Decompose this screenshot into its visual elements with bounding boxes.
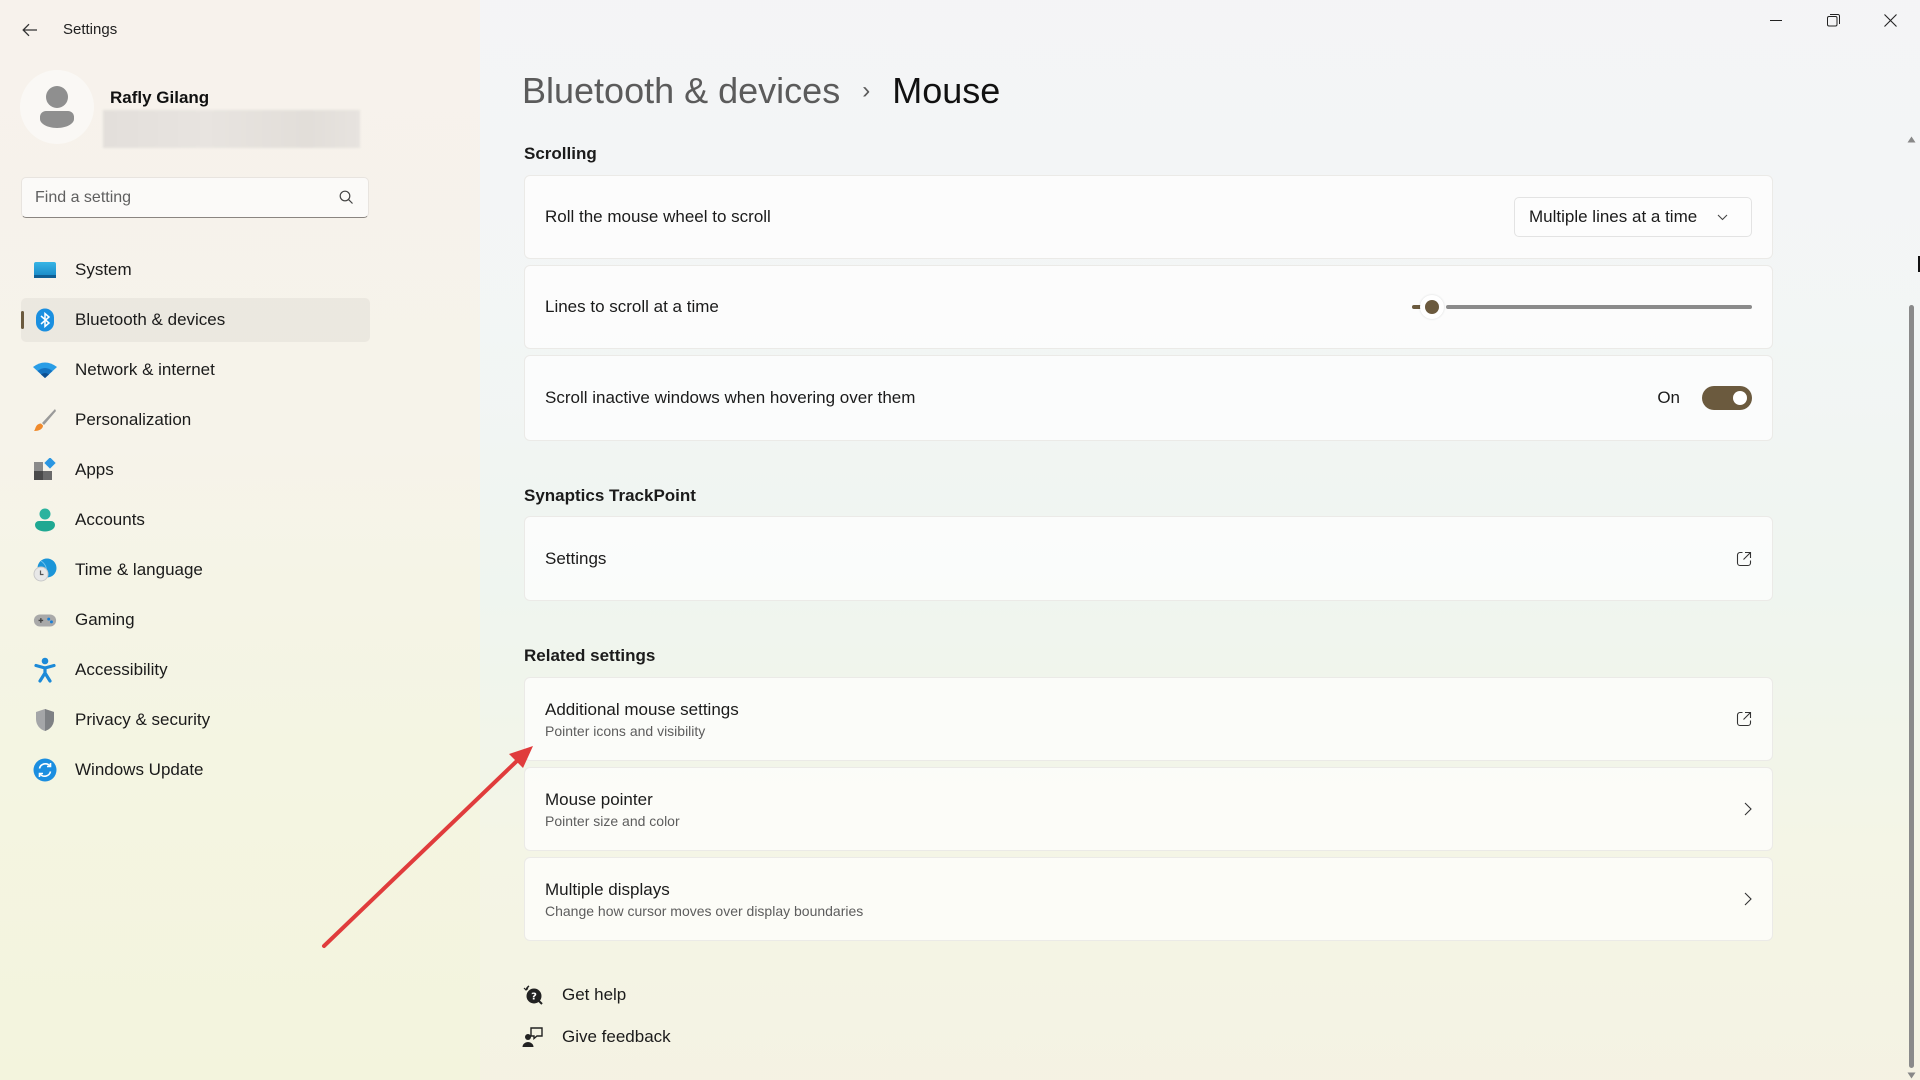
close-icon bbox=[1883, 13, 1897, 27]
setting-row-scroll-inactive: Scroll inactive windows when hovering ov… bbox=[524, 355, 1773, 441]
sidebar-item-system[interactable]: System bbox=[21, 248, 370, 292]
sidebar-item-privacy-security[interactable]: Privacy & security bbox=[21, 698, 370, 742]
sidebar-nav: System Bluetooth & devices Network & int… bbox=[21, 248, 370, 798]
sidebar-item-network-internet[interactable]: Network & internet bbox=[21, 348, 370, 392]
help-icon: ? bbox=[523, 985, 543, 1005]
sidebar-item-gaming[interactable]: Gaming bbox=[21, 598, 370, 642]
accessibility-icon bbox=[33, 657, 57, 683]
minimize-icon bbox=[1770, 20, 1782, 21]
person-icon bbox=[40, 86, 74, 128]
setting-row-lines-to-scroll: Lines to scroll at a time bbox=[524, 265, 1773, 349]
section-title-related: Related settings bbox=[524, 646, 656, 665]
page-title: Mouse bbox=[892, 70, 1001, 111]
breadcrumb: Bluetooth & devices › Mouse bbox=[522, 70, 1000, 112]
open-external-icon bbox=[1736, 551, 1752, 566]
related-item-mouse-pointer[interactable]: Mouse pointer Pointer size and color bbox=[524, 767, 1773, 851]
update-icon bbox=[33, 758, 57, 782]
breadcrumb-separator-icon: › bbox=[862, 77, 871, 104]
shield-icon bbox=[33, 708, 57, 732]
search-input[interactable] bbox=[35, 188, 339, 207]
trackpoint-settings-row[interactable]: Settings bbox=[524, 516, 1773, 601]
close-button[interactable] bbox=[1867, 4, 1913, 36]
scrollbar[interactable] bbox=[1906, 132, 1916, 1080]
sidebar-item-accounts[interactable]: Accounts bbox=[21, 498, 370, 542]
section-title-scrolling: Scrolling bbox=[524, 144, 597, 163]
scroll-inactive-toggle[interactable] bbox=[1702, 386, 1752, 410]
get-help-link[interactable]: ? Get help bbox=[522, 984, 626, 1006]
wheel-scroll-dropdown[interactable]: Multiple lines at a time bbox=[1514, 197, 1752, 237]
back-button[interactable] bbox=[14, 14, 46, 46]
slider-track bbox=[1445, 305, 1752, 309]
minimize-button[interactable] bbox=[1753, 4, 1799, 36]
breadcrumb-parent[interactable]: Bluetooth & devices bbox=[522, 70, 840, 112]
setting-row-wheel-scroll: Roll the mouse wheel to scroll Multiple … bbox=[524, 175, 1773, 259]
related-item-additional-mouse-settings[interactable]: Additional mouse settings Pointer icons … bbox=[524, 677, 1773, 761]
search-box[interactable] bbox=[21, 177, 369, 218]
chevron-down-icon bbox=[1717, 214, 1728, 220]
bluetooth-icon bbox=[33, 308, 57, 332]
gamepad-icon bbox=[33, 608, 57, 632]
open-external-icon bbox=[1736, 711, 1752, 727]
system-monitor-icon bbox=[33, 258, 57, 282]
lines-to-scroll-slider[interactable] bbox=[1412, 292, 1752, 322]
avatar[interactable] bbox=[20, 70, 94, 144]
sidebar-item-personalization[interactable]: Personalization bbox=[21, 398, 370, 442]
paintbrush-icon bbox=[33, 408, 57, 432]
sidebar-item-bluetooth-devices[interactable]: Bluetooth & devices bbox=[21, 298, 370, 342]
search-icon[interactable] bbox=[339, 190, 354, 205]
scroll-up-icon[interactable] bbox=[1907, 136, 1916, 143]
chevron-right-icon bbox=[1744, 802, 1752, 816]
account-icon bbox=[33, 508, 57, 532]
user-email-redacted bbox=[103, 110, 360, 148]
app-title: Settings bbox=[63, 21, 118, 38]
restore-icon bbox=[1826, 13, 1840, 26]
back-arrow-icon bbox=[22, 23, 37, 37]
chevron-right-icon bbox=[1744, 892, 1752, 906]
apps-icon bbox=[33, 458, 57, 482]
section-title-trackpoint: Synaptics TrackPoint bbox=[524, 486, 696, 505]
globe-clock-icon bbox=[33, 558, 57, 582]
sidebar-item-apps[interactable]: Apps bbox=[21, 448, 370, 492]
sidebar-item-windows-update[interactable]: Windows Update bbox=[21, 748, 370, 792]
scroll-down-icon[interactable] bbox=[1907, 1072, 1916, 1079]
restore-button[interactable] bbox=[1810, 4, 1856, 36]
sidebar-item-accessibility[interactable]: Accessibility bbox=[21, 648, 370, 692]
svg-text:?: ? bbox=[531, 992, 537, 1003]
selection-indicator bbox=[21, 311, 24, 329]
related-item-multiple-displays[interactable]: Multiple displays Change how cursor move… bbox=[524, 857, 1773, 941]
user-name: Rafly Gilang bbox=[110, 88, 210, 107]
scrollbar-thumb[interactable] bbox=[1909, 305, 1914, 1068]
slider-thumb[interactable] bbox=[1419, 295, 1444, 319]
sidebar-item-time-language[interactable]: Time & language bbox=[21, 548, 370, 592]
feedback-icon bbox=[522, 1027, 543, 1047]
give-feedback-link[interactable]: Give feedback bbox=[522, 1026, 671, 1048]
toggle-state-label: On bbox=[1657, 388, 1680, 407]
wifi-icon bbox=[33, 358, 57, 382]
